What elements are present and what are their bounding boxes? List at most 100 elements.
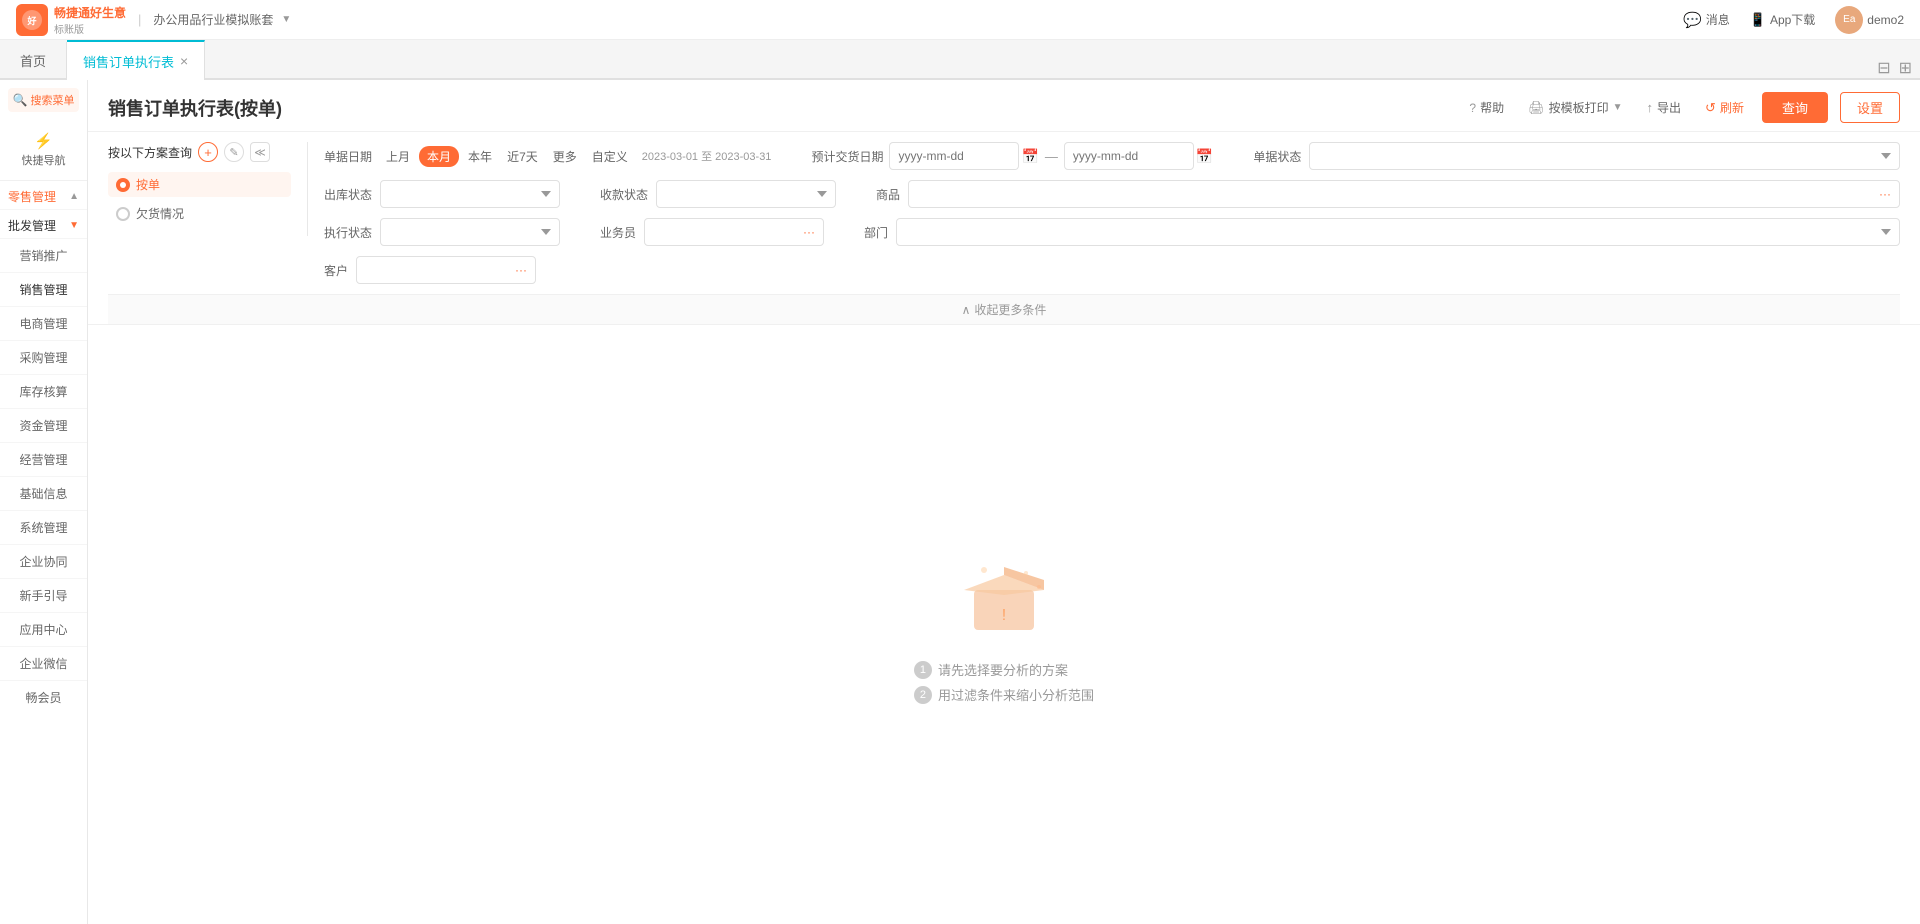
print-dropdown-icon: ▼ xyxy=(1613,102,1623,113)
tip-num-2: 2 xyxy=(914,686,932,704)
calendar-end-icon[interactable]: 📅 xyxy=(1196,148,1213,165)
refresh-icon: ↺ xyxy=(1705,100,1716,116)
sidebar-item-sales[interactable]: 销售管理 xyxy=(0,273,87,307)
collapse-bar[interactable]: ∧ 收起更多条件 xyxy=(108,294,1900,324)
sidebar-item-newbie[interactable]: 新手引导 xyxy=(0,579,87,613)
date-tab-this-month[interactable]: 本月 xyxy=(419,146,459,167)
sidebar-item-operation[interactable]: 经营管理 xyxy=(0,443,87,477)
filter-row-3: 执行状态 业务员 ··· xyxy=(324,218,1900,246)
edit-scheme-button[interactable]: ✎ xyxy=(224,142,244,162)
maximize-icon[interactable]: ⊞ xyxy=(1899,58,1912,78)
query-button[interactable]: 查询 xyxy=(1762,92,1828,123)
tab-sales-order[interactable]: 销售订单执行表 × xyxy=(67,40,205,80)
chevron-up-icon: ▼ xyxy=(69,220,79,231)
execution-status-wrap xyxy=(380,218,560,246)
date-tabs: 上月 本月 本年 近7天 更多 自定义 xyxy=(380,146,634,167)
help-button[interactable]: ? 帮助 xyxy=(1463,95,1510,120)
breadcrumb-arrow-icon[interactable]: ▼ xyxy=(281,14,291,25)
salesperson-input-wrap[interactable]: ··· xyxy=(644,218,824,246)
expected-date-filter: 预计交货日期 📅 — 📅 xyxy=(811,142,1213,170)
topbar: 好 畅捷通好生意 标账版 | 办公用品行业模拟账套 ▼ 💬 消息 📱 App下载… xyxy=(0,0,1920,40)
status-filter: 单据状态 xyxy=(1253,142,1900,170)
delivery-status-select[interactable] xyxy=(380,180,560,208)
scheme-item-order[interactable]: 按单 xyxy=(108,172,291,197)
date-tab-last-month[interactable]: 上月 xyxy=(380,146,416,167)
sidebar-item-system[interactable]: 系统管理 xyxy=(0,511,87,545)
print-icon: 🖨 xyxy=(1528,100,1545,116)
search-icon: 🔍 xyxy=(13,93,28,107)
delivery-status-wrap xyxy=(380,180,560,208)
filter-panel: 按以下方案查询 + ✎ ≪ 按单 xyxy=(88,132,1920,325)
sidebar-item-wholesale[interactable]: 批发管理 ▼ xyxy=(0,210,87,239)
sidebar-item-quick-nav[interactable]: ⚡ 快捷导航 xyxy=(0,124,87,176)
topbar-left: 好 畅捷通好生意 标账版 | 办公用品行业模拟账套 ▼ xyxy=(16,4,291,36)
status-select[interactable] xyxy=(1309,142,1900,170)
collapse-scheme-button[interactable]: ≪ xyxy=(250,142,270,162)
export-button[interactable]: ↑ 导出 xyxy=(1641,95,1688,120)
date-tab-more[interactable]: 更多 xyxy=(547,146,583,167)
sidebar-item-retail[interactable]: 零售管理 ▲ xyxy=(0,181,87,210)
tip-num-1: 1 xyxy=(914,661,932,679)
sidebar-item-purchase[interactable]: 采购管理 xyxy=(0,341,87,375)
sidebar-item-marketing[interactable]: 营销推广 xyxy=(0,239,87,273)
page-header: 销售订单执行表(按单) ? 帮助 🖨 按模板打印 ▼ ↑ 导出 ↺ 刷新 xyxy=(88,80,1920,132)
filter-row-1: 单据日期 上月 本月 本年 近7天 更多 自定义 2023-03-01 至 20… xyxy=(324,142,1900,170)
tab-home[interactable]: 首页 xyxy=(0,42,67,78)
settings-button[interactable]: 设置 xyxy=(1840,92,1900,123)
customer-filter: 客户 ··· xyxy=(324,256,536,284)
calendar-start-icon[interactable]: 📅 xyxy=(1021,148,1038,165)
breadcrumb: 办公用品行业模拟账套 xyxy=(153,11,273,28)
expected-date-start-input[interactable] xyxy=(889,142,1019,170)
sidebar-item-basic-info[interactable]: 基础信息 xyxy=(0,477,87,511)
collection-status-wrap xyxy=(656,180,836,208)
scheme-inactive-icon xyxy=(116,207,130,221)
minimize-icon[interactable]: ⊟ xyxy=(1877,58,1890,78)
svg-text:!: ! xyxy=(1002,607,1006,624)
collection-status-filter: 收款状态 xyxy=(600,180,836,208)
date-tab-this-year[interactable]: 本年 xyxy=(462,146,498,167)
search-menu-button[interactable]: 🔍 搜索菜单 xyxy=(8,88,79,112)
goods-input-wrap[interactable]: ··· xyxy=(908,180,1900,208)
customer-more-icon[interactable]: ··· xyxy=(515,263,527,277)
sidebar-item-ecommerce[interactable]: 电商管理 xyxy=(0,307,87,341)
app-download-button[interactable]: 📱 App下载 xyxy=(1750,11,1816,28)
filter-row-2: 出库状态 收款状态 xyxy=(324,180,1900,208)
quick-nav-section: ⚡ 快捷导航 xyxy=(0,120,87,181)
date-tab-7days[interactable]: 近7天 xyxy=(501,146,544,167)
sidebar-item-member[interactable]: 畅会员 xyxy=(0,681,87,714)
empty-tips: 1 请先选择要分析的方案 2 用过滤条件来缩小分析范围 xyxy=(914,660,1094,704)
add-scheme-button[interactable]: + xyxy=(198,142,218,162)
message-icon: 💬 xyxy=(1683,11,1702,29)
salesperson-more-icon[interactable]: ··· xyxy=(803,225,815,239)
refresh-button[interactable]: ↺ 刷新 xyxy=(1699,95,1750,120)
tab-close-icon[interactable]: × xyxy=(180,53,188,69)
sidebar-item-enterprise[interactable]: 企业协同 xyxy=(0,545,87,579)
department-select[interactable] xyxy=(896,218,1900,246)
filter-row-4: 客户 ··· xyxy=(324,256,1900,284)
topbar-right: 💬 消息 📱 App下载 Ea demo2 xyxy=(1683,6,1904,34)
sidebar-item-wechat[interactable]: 企业微信 xyxy=(0,647,87,681)
tabbar: 首页 销售订单执行表 × ⊟ ⊞ xyxy=(0,40,1920,80)
sidebar-item-finance[interactable]: 资金管理 xyxy=(0,409,87,443)
sidebar-item-inventory[interactable]: 库存核算 xyxy=(0,375,87,409)
goods-filter: 商品 ··· xyxy=(876,180,1900,208)
user-area[interactable]: Ea demo2 xyxy=(1835,6,1904,34)
user-name: demo2 xyxy=(1867,13,1904,27)
message-button[interactable]: 💬 消息 xyxy=(1683,11,1730,29)
expected-date-end-input[interactable] xyxy=(1064,142,1194,170)
collection-status-select[interactable] xyxy=(656,180,836,208)
scheme-item-shortage[interactable]: 欠货情况 xyxy=(108,201,291,226)
delivery-status-filter: 出库状态 xyxy=(324,180,560,208)
empty-illustration: ! xyxy=(954,545,1054,648)
print-button[interactable]: 🖨 按模板打印 ▼ xyxy=(1522,95,1628,120)
sidebar-item-app-center[interactable]: 应用中心 xyxy=(0,613,87,647)
logo-box: 好 畅捷通好生意 标账版 xyxy=(16,4,126,36)
execution-status-select[interactable] xyxy=(380,218,560,246)
content-area: 销售订单执行表(按单) ? 帮助 🖨 按模板打印 ▼ ↑ 导出 ↺ 刷新 xyxy=(88,80,1920,924)
date-tab-custom[interactable]: 自定义 xyxy=(586,146,634,167)
page-actions: ? 帮助 🖨 按模板打印 ▼ ↑ 导出 ↺ 刷新 查询 设置 xyxy=(1463,92,1900,123)
customer-input-wrap[interactable]: ··· xyxy=(356,256,536,284)
execution-status-filter: 执行状态 xyxy=(324,218,560,246)
salesperson-filter: 业务员 ··· xyxy=(600,218,824,246)
goods-more-icon[interactable]: ··· xyxy=(1879,187,1891,201)
